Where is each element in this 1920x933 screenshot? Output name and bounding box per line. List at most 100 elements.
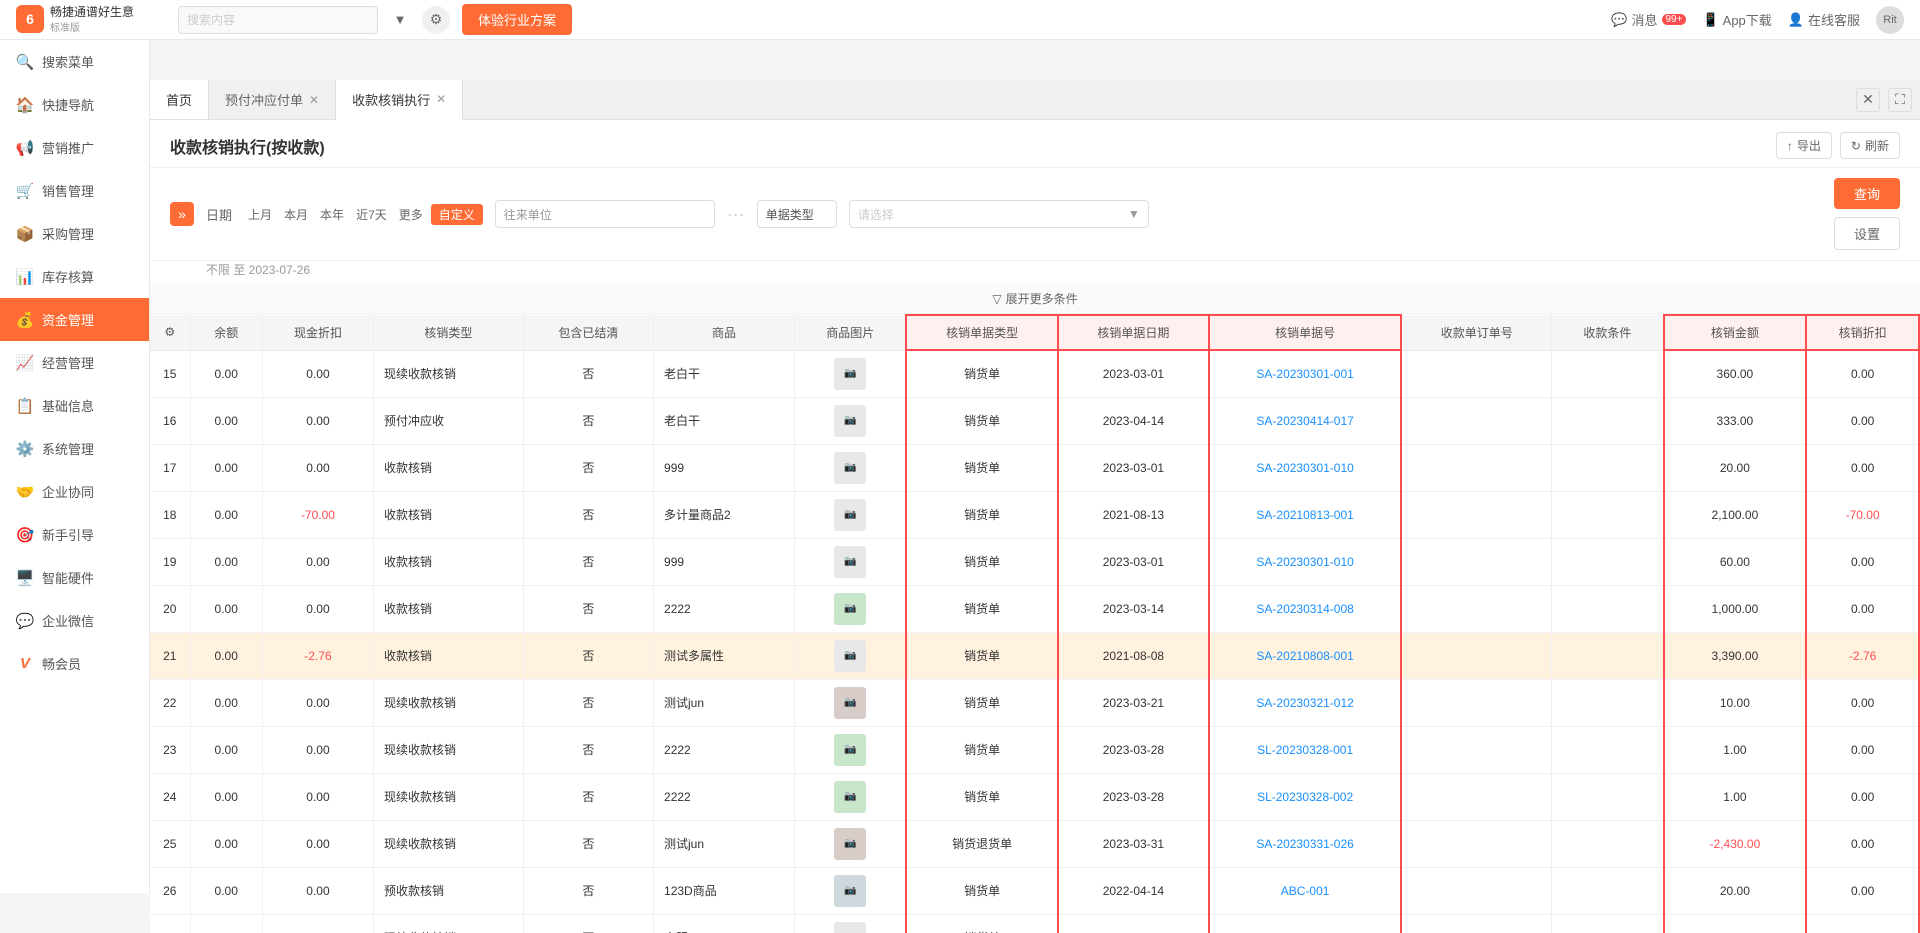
tab-prepay[interactable]: 预付冲应付单 ✕: [209, 80, 336, 119]
row-bill-report-date: 2023-04-14: [1058, 397, 1209, 444]
row-write-off-amount: 10.00: [1664, 679, 1807, 726]
table-row: 19 0.00 0.00 收款核销 否 999 📷 销货单 2023-03-01…: [150, 538, 1919, 585]
row-write-off-type: 预收款核销: [373, 867, 523, 914]
sidebar-label-basic: 基础信息: [42, 396, 94, 415]
messages-btn[interactable]: 💬 消息 99+: [1611, 10, 1686, 29]
sidebar-item-purchase[interactable]: 📦 采购管理: [0, 212, 149, 255]
messages-badge: 99+: [1662, 14, 1687, 25]
date-more[interactable]: 更多: [395, 204, 427, 225]
sidebar-item-system[interactable]: ⚙️ 系统管理: [0, 427, 149, 470]
row-include-cleared: 否: [523, 679, 653, 726]
date-this-year[interactable]: 本年: [316, 204, 348, 225]
export-btn[interactable]: ↑ 导出: [1776, 132, 1832, 159]
bill-report-no-link[interactable]: SA-20230301-010: [1256, 555, 1353, 569]
sidebar-item-quick-nav[interactable]: 🏠 快捷导航: [0, 83, 149, 126]
bill-report-no-link[interactable]: SA-20230301-001: [1256, 367, 1353, 381]
table-row: 20 0.00 0.00 收款核销 否 2222 📷 销货单 2023-03-1…: [150, 585, 1919, 632]
sidebar-item-inventory[interactable]: 📊 库存核算: [0, 255, 149, 298]
date-7days[interactable]: 近7天: [352, 204, 391, 225]
sidebar-item-enterprise[interactable]: 🤝 企业协同: [0, 470, 149, 513]
partner-input[interactable]: 往来单位: [495, 200, 715, 228]
bill-report-no-link[interactable]: SL-20230328-001: [1257, 743, 1353, 757]
row-goods: 2222: [654, 585, 795, 632]
row-cash-discount: 0.00: [262, 444, 373, 491]
row-bill-report-date: 2023-03-28: [1058, 726, 1209, 773]
sidebar-label-purchase: 采购管理: [42, 224, 94, 243]
sidebar-item-basic[interactable]: 📋 基础信息: [0, 384, 149, 427]
user-avatar[interactable]: Rit: [1876, 6, 1904, 34]
newbie-icon: 🎯: [16, 526, 34, 544]
row-bill-report-type: 销货单: [906, 914, 1057, 933]
row-cash-discount: -70.00: [262, 491, 373, 538]
bill-report-no-link[interactable]: SA-20230314-008: [1256, 602, 1353, 616]
tab-expand-btn[interactable]: ⛶: [1888, 88, 1912, 112]
tab-collection[interactable]: 收款核销执行 ✕: [336, 80, 463, 120]
row-collection-order: [1401, 820, 1551, 867]
table-wrapper: ⚙ 余额 现金折扣 核销类型 包含已结清 商品 商品图片 核销单据类型 核销单据…: [150, 314, 1920, 933]
row-balance: 0.00: [190, 679, 262, 726]
sidebar-label-enterprise: 企业协同: [42, 482, 94, 501]
sidebar-label-wechat: 企业微信: [42, 611, 94, 630]
filter-expand-btn[interactable]: »: [170, 202, 194, 226]
sidebar-item-member[interactable]: V 畅会员: [0, 642, 149, 685]
page-title: 收款核销执行(按收款): [170, 134, 325, 158]
sidebar-item-wechat[interactable]: 💬 企业微信: [0, 599, 149, 642]
message-icon: 💬: [1611, 12, 1627, 28]
bill-report-no-link[interactable]: SA-20210808-001: [1256, 649, 1353, 663]
sidebar-item-newbie[interactable]: 🎯 新手引导: [0, 513, 149, 556]
online-service-btn[interactable]: 👤 在线客服: [1788, 10, 1860, 29]
row-balance: 0.00: [190, 867, 262, 914]
col-bill-report-date-header: 核销单据日期: [1058, 315, 1209, 350]
setting-btn[interactable]: 设置: [1834, 217, 1900, 250]
row-write-off-amount: -2,430.00: [1664, 820, 1807, 867]
tab-collection-close[interactable]: ✕: [436, 92, 446, 106]
row-write-off-discount: 0.00: [1806, 867, 1919, 914]
top-search-box[interactable]: 搜索内容: [178, 6, 378, 34]
query-btn[interactable]: 查询: [1834, 178, 1900, 209]
trial-btn[interactable]: 体验行业方案: [462, 4, 572, 35]
app-download-btn[interactable]: 📱 App下载: [1702, 10, 1771, 29]
row-bill-report-date: 2021-08-13: [1058, 491, 1209, 538]
tab-home[interactable]: 首页: [150, 80, 209, 119]
refresh-btn[interactable]: ↻ 刷新: [1840, 132, 1900, 159]
bill-report-no-link[interactable]: ABC-001: [1281, 884, 1330, 898]
bill-type-select[interactable]: 请选择 ▼: [849, 200, 1149, 228]
search-dropdown-icon[interactable]: ▼: [390, 10, 410, 30]
gear-icon[interactable]: ⚙: [422, 6, 450, 34]
sidebar-item-marketing[interactable]: 📢 营销推广: [0, 126, 149, 169]
date-this-month[interactable]: 本月: [280, 204, 312, 225]
bill-report-no-link[interactable]: SA-20230301-010: [1256, 461, 1353, 475]
row-include-cleared: 否: [523, 444, 653, 491]
col-bill-report-no-header: 核销单据号: [1209, 315, 1401, 350]
bill-report-no-link[interactable]: SA-20230414-017: [1256, 414, 1353, 428]
sidebar-label-search: 搜索菜单: [42, 52, 94, 71]
row-write-off-type: 现续收款核销: [373, 726, 523, 773]
row-goods: 999: [654, 538, 795, 585]
date-last-month[interactable]: 上月: [244, 204, 276, 225]
search-icon: 🔍: [16, 53, 34, 71]
bill-report-no-link[interactable]: SL-20230328-002: [1257, 790, 1353, 804]
tab-close-all-btn[interactable]: ✕: [1856, 88, 1880, 112]
col-settings-header[interactable]: ⚙: [150, 315, 190, 350]
tab-prepay-close[interactable]: ✕: [309, 93, 319, 107]
sidebar-item-operations[interactable]: 📈 经营管理: [0, 341, 149, 384]
bill-report-no-link[interactable]: SA-20210813-001: [1256, 508, 1353, 522]
sidebar-item-search[interactable]: 🔍 搜索菜单: [0, 40, 149, 83]
row-collection-condition: [1552, 585, 1664, 632]
row-bill-report-type: 销货单: [906, 585, 1057, 632]
row-cash-discount: 0.00: [262, 538, 373, 585]
sidebar-item-finance[interactable]: 💰 资金管理: [0, 298, 149, 341]
bill-report-no-link[interactable]: SA-20230331-026: [1256, 837, 1353, 851]
row-write-off-amount: 1,000.00: [1664, 585, 1807, 632]
row-balance: 0.00: [190, 820, 262, 867]
sidebar-label-member: 畅会员: [42, 654, 81, 673]
row-collection-order: [1401, 538, 1551, 585]
bill-report-no-link[interactable]: SA-20230321-012: [1256, 696, 1353, 710]
sidebar-item-sales[interactable]: 🛒 销售管理: [0, 169, 149, 212]
expand-more-btn[interactable]: ▽ 展开更多条件: [150, 284, 1920, 314]
main-table: ⚙ 余额 现金折扣 核销类型 包含已结清 商品 商品图片 核销单据类型 核销单据…: [150, 314, 1920, 933]
date-custom[interactable]: 自定义: [431, 204, 483, 225]
header-actions: ↑ 导出 ↻ 刷新: [1776, 132, 1900, 159]
purchase-icon: 📦: [16, 225, 34, 243]
sidebar-item-hardware[interactable]: 🖥️ 智能硬件: [0, 556, 149, 599]
